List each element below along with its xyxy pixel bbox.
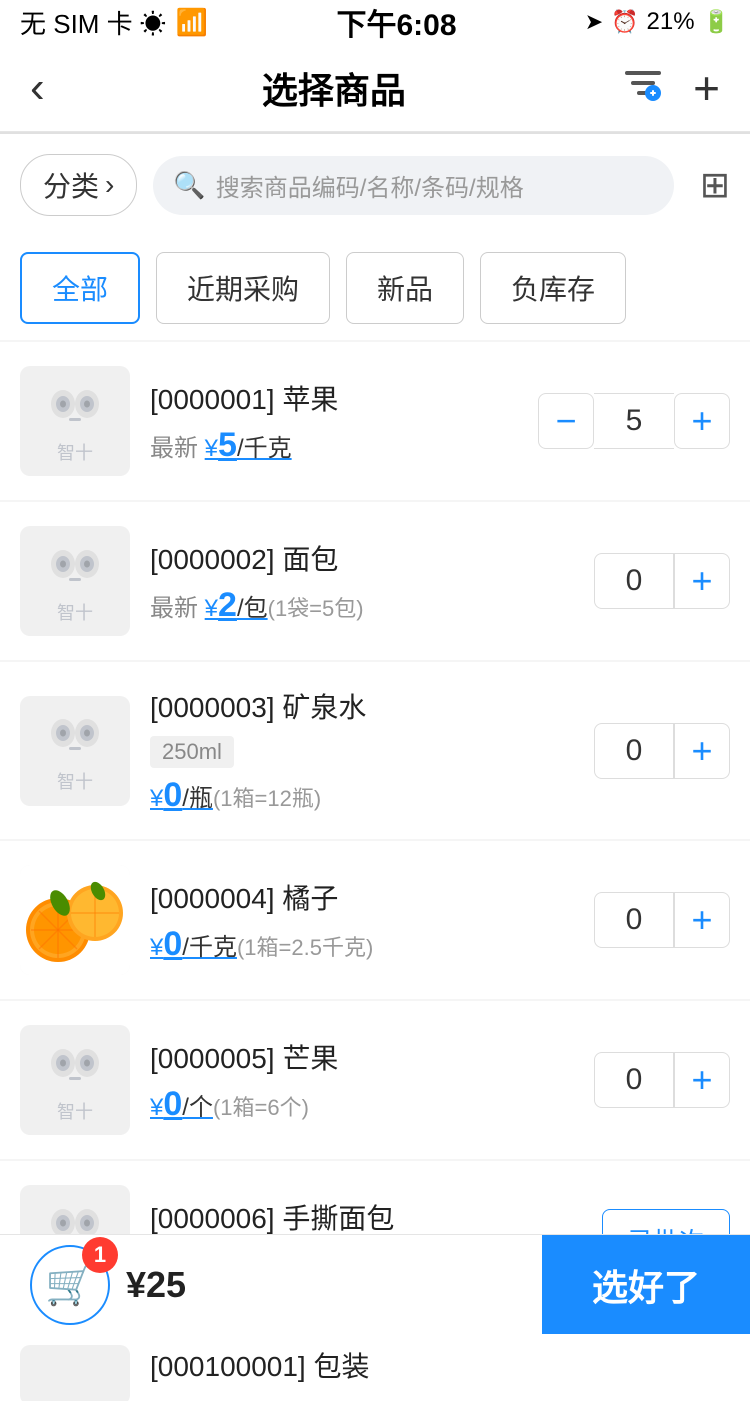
quantity-increase-button[interactable]: +: [674, 723, 730, 779]
product-spec: 250ml: [150, 736, 234, 768]
location-icon: ➤: [585, 9, 603, 35]
cart-icon-wrap[interactable]: 🛒 1: [30, 1245, 110, 1325]
list-item: 智十 [0000003] 矿泉水 250ml ¥0/瓶(1箱=12瓶) 0 +: [0, 662, 750, 839]
product-name: [0000002] 面包: [150, 538, 574, 578]
quantity-increase-button[interactable]: +: [674, 393, 730, 449]
placeholder-text: 智十: [57, 599, 93, 625]
quantity-display: 0: [594, 723, 674, 779]
category-button[interactable]: 分类 ›: [20, 154, 137, 216]
placeholder-icon: [45, 538, 105, 597]
quantity-display: 0: [594, 553, 674, 609]
list-item: 智十 [0000002] 面包 最新 ¥2/包(1袋=5包) 0 +: [0, 502, 750, 660]
quantity-increase-button[interactable]: +: [674, 553, 730, 609]
wifi-icon: 📶: [176, 7, 208, 38]
product-price: ¥0/个(1箱=6个): [150, 1085, 574, 1124]
product-price: 最新 ¥5/千克: [150, 426, 518, 465]
quantity-control: 0 +: [594, 553, 730, 609]
confirm-button[interactable]: 选好了: [542, 1235, 750, 1334]
filter-icon[interactable]: [623, 65, 663, 110]
product-name: [0000003] 矿泉水: [150, 686, 574, 726]
back-button[interactable]: ‹: [30, 63, 45, 113]
list-item: 智十 [0000001] 苹果 最新 ¥5/千克 − +: [0, 342, 750, 500]
status-time: 下午6:08: [336, 0, 456, 44]
product-info: [0000004] 橘子 ¥0/千克(1箱=2.5千克): [150, 877, 574, 964]
product-name: [0000006] 手撕面包: [150, 1197, 582, 1237]
product-name: [0000001] 苹果: [150, 378, 518, 418]
status-left: 无 SIM 卡 ☀ 📶: [20, 4, 208, 41]
placeholder-icon: [45, 1037, 105, 1096]
cart-area: 🛒 1 ¥25: [0, 1245, 542, 1325]
quantity-control: 0 +: [594, 892, 730, 948]
product-name: [0000005] 芒果: [150, 1037, 574, 1077]
tab-recent[interactable]: 近期采购: [156, 252, 330, 324]
quantity-input[interactable]: [594, 393, 674, 449]
search-bar[interactable]: 🔍 搜索商品编码/名称/条码/规格: [153, 156, 673, 215]
list-item: 智十 [0000005] 芒果 ¥0/个(1箱=6个) 0 +: [0, 1001, 750, 1159]
list-item: [0000004] 橘子 ¥0/千克(1箱=2.5千克) 0 +: [0, 841, 750, 999]
quantity-decrease-button[interactable]: −: [538, 393, 594, 449]
product-thumbnail: [20, 1345, 130, 1401]
product-name: [000100001] 包装: [150, 1345, 730, 1385]
battery-level: 21%: [647, 8, 695, 36]
filter-row: 分类 › 🔍 搜索商品编码/名称/条码/规格 ⊞: [0, 134, 750, 236]
product-thumbnail: [20, 865, 130, 975]
search-input[interactable]: 搜索商品编码/名称/条码/规格: [216, 168, 654, 203]
product-price: 最新 ¥2/包(1袋=5包): [150, 586, 574, 625]
category-label: 分类: [43, 165, 99, 205]
placeholder-text: 智十: [57, 1098, 93, 1124]
product-info: [0000003] 矿泉水 250ml ¥0/瓶(1箱=12瓶): [150, 686, 574, 815]
product-info: [0000002] 面包 最新 ¥2/包(1袋=5包): [150, 538, 574, 625]
quantity-control: − +: [538, 393, 730, 449]
quantity-display: 0: [594, 892, 674, 948]
product-name: [0000004] 橘子: [150, 877, 574, 917]
placeholder-text: 智十: [57, 768, 93, 794]
product-price: ¥0/瓶(1箱=12瓶): [150, 776, 574, 815]
tab-all[interactable]: 全部: [20, 252, 140, 324]
tabs-row: 全部 近期采购 新品 负库存: [0, 236, 750, 340]
page-title: 选择商品: [262, 62, 406, 114]
quantity-control: 0 +: [594, 1052, 730, 1108]
search-icon: 🔍: [173, 170, 205, 201]
placeholder-icon: [45, 378, 105, 437]
quantity-display: 0: [594, 1052, 674, 1108]
product-thumbnail: 智十: [20, 526, 130, 636]
quantity-increase-button[interactable]: +: [674, 1052, 730, 1108]
bottom-bar: 🛒 1 ¥25 选好了: [0, 1234, 750, 1334]
nav-actions: +: [623, 61, 720, 115]
cart-badge: 1: [82, 1237, 118, 1273]
category-chevron-icon: ›: [105, 169, 114, 201]
placeholder-text: 智十: [57, 439, 93, 465]
product-thumbnail: 智十: [20, 696, 130, 806]
alarm-icon: ⏰: [611, 9, 638, 35]
scan-icon[interactable]: ⊞: [700, 164, 730, 206]
tab-new[interactable]: 新品: [346, 252, 464, 324]
product-info: [000100001] 包装: [150, 1345, 730, 1393]
quantity-control: 0 +: [594, 723, 730, 779]
add-button[interactable]: +: [693, 61, 720, 115]
battery-icon: 🔋: [703, 9, 730, 35]
status-right: ➤ ⏰ 21% 🔋: [585, 8, 730, 36]
product-price: ¥0/千克(1箱=2.5千克): [150, 925, 574, 964]
cart-total: ¥25: [126, 1264, 186, 1306]
quantity-increase-button[interactable]: +: [674, 892, 730, 948]
product-info: [0000001] 苹果 最新 ¥5/千克: [150, 378, 518, 465]
product-thumbnail: 智十: [20, 1025, 130, 1135]
product-thumbnail: 智十: [20, 366, 130, 476]
nav-bar: ‹ 选择商品 +: [0, 44, 750, 132]
status-bar: 无 SIM 卡 ☀ 📶 下午6:08 ➤ ⏰ 21% 🔋: [0, 0, 750, 44]
placeholder-icon: [45, 707, 105, 766]
sim-indicator: 无 SIM 卡 ☀: [20, 4, 166, 41]
product-info: [0000005] 芒果 ¥0/个(1箱=6个): [150, 1037, 574, 1124]
tab-negative[interactable]: 负库存: [480, 252, 626, 324]
